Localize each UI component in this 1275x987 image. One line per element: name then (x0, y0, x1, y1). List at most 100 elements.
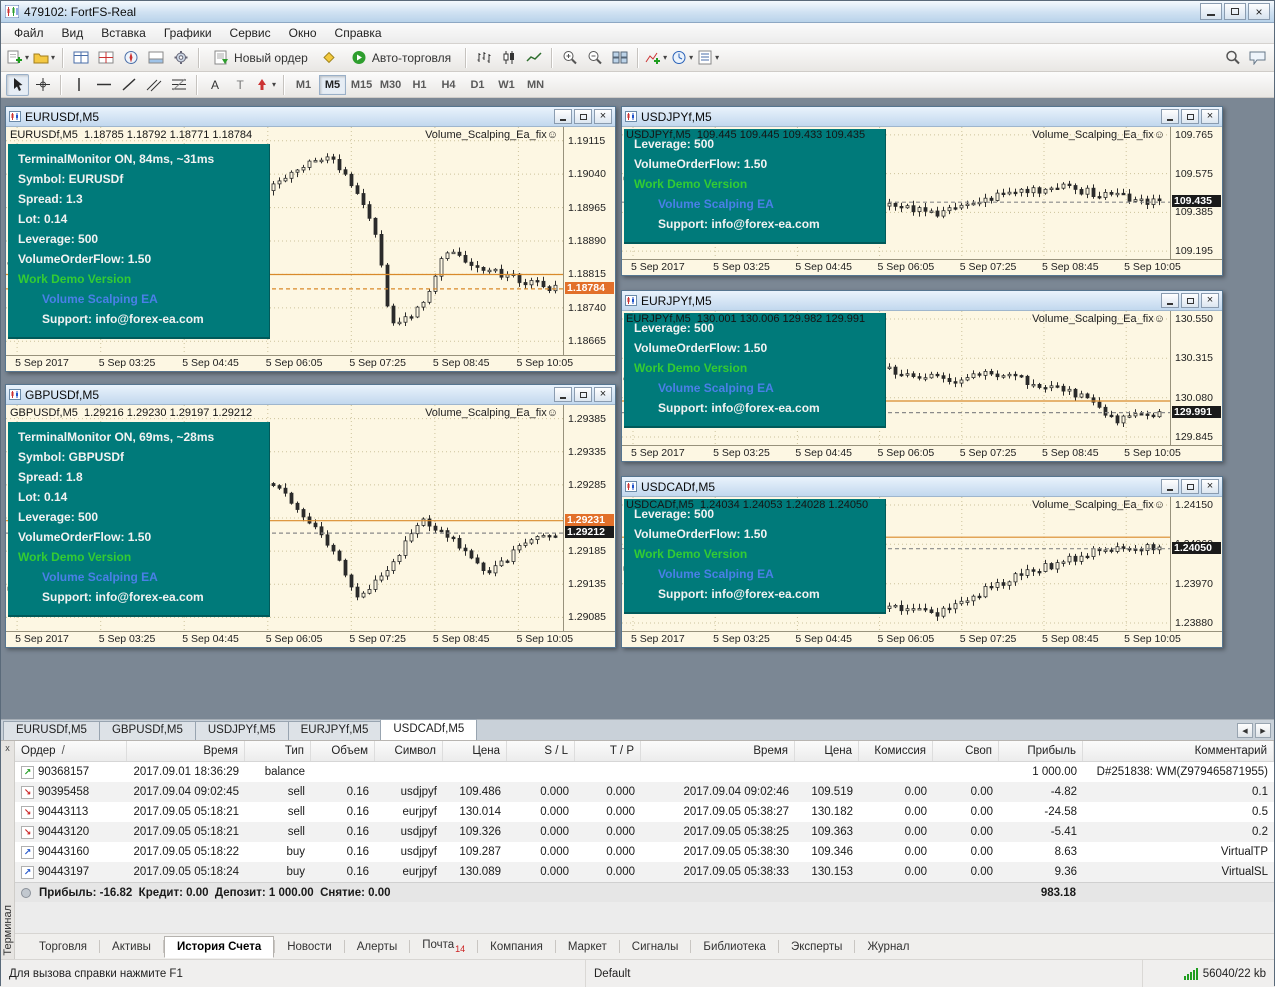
chart-restore-button[interactable] (1181, 293, 1199, 308)
label-tool-button[interactable]: T (228, 74, 251, 96)
timeframe-button-m30[interactable]: M30 (377, 75, 404, 95)
column-header-1[interactable]: Время (127, 741, 245, 761)
indicators-button[interactable]: ▾ (644, 47, 668, 69)
chart-close-button[interactable]: × (594, 387, 612, 402)
channel-tool-button[interactable] (142, 74, 165, 96)
timeframe-button-h1[interactable]: H1 (406, 75, 433, 95)
chart-restore-button[interactable] (1181, 109, 1199, 124)
terminal-tab-[interactable]: Эксперты (779, 937, 854, 957)
chart-restore-button[interactable] (1181, 479, 1199, 494)
navigator-button[interactable] (119, 47, 142, 69)
column-header-2[interactable]: Тип (245, 741, 311, 761)
price-scale[interactable]: 130.550 130.315 130.080 129.845 129.991 (1170, 311, 1222, 445)
chart-window-titlebar[interactable]: USDCADf,M5 × (622, 477, 1222, 497)
terminal-tab-[interactable]: Новости (275, 937, 344, 957)
column-header-3[interactable]: Объем (311, 741, 375, 761)
history-row-90368157[interactable]: ↗ 90368157 2017.09.01 18:36:29 balance 1 000… (15, 762, 1274, 782)
time-axis[interactable]: 5 Sep 2017 5 Sep 03:25 5 Sep 04:45 5 Sep 06… (6, 631, 615, 647)
terminal-tab-[interactable]: Сигналы (620, 937, 691, 957)
data-window-button[interactable] (94, 47, 117, 69)
autotrading-button[interactable]: Авто-торговля (343, 47, 459, 69)
menu-item-5[interactable]: Окно (280, 23, 326, 43)
crosshair-tool-button[interactable] (31, 74, 54, 96)
chart-tab-usdjpyf-m5[interactable]: USDJPYf,M5 (194, 721, 289, 740)
time-axis[interactable]: 5 Sep 2017 5 Sep 03:25 5 Sep 04:45 5 Sep 06… (622, 259, 1222, 275)
new-chart-button[interactable]: ▾ (6, 47, 30, 69)
menu-item-4[interactable]: Сервис (221, 23, 280, 43)
chart-plot[interactable]: USDCADf,M5 1.24034 1.24053 1.24028 1.240… (622, 497, 1170, 631)
column-header-12[interactable]: Прибыль (999, 741, 1083, 761)
terminal-tab-[interactable]: История Счета (163, 935, 275, 958)
chart-tab-eurusdf-m5[interactable]: EURUSDf,M5 (3, 721, 100, 740)
chart-close-button[interactable]: × (1201, 109, 1219, 124)
timeframe-button-m1[interactable]: M1 (290, 75, 317, 95)
market-watch-button[interactable] (69, 47, 92, 69)
terminal-tab-[interactable]: Библиотека (691, 937, 778, 957)
chart-window-titlebar[interactable]: GBPUSDf,M5 × (6, 385, 615, 405)
chart-restore-button[interactable] (574, 387, 592, 402)
tile-windows-button[interactable] (608, 47, 631, 69)
profiles-button[interactable]: ▾ (32, 47, 56, 69)
timeframe-button-h4[interactable]: H4 (435, 75, 462, 95)
column-header-6[interactable]: S / L (507, 741, 575, 761)
time-axis[interactable]: 5 Sep 2017 5 Sep 03:25 5 Sep 04:45 5 Sep 06… (6, 355, 615, 371)
close-button[interactable]: × (1248, 3, 1270, 20)
fibonacci-tool-button[interactable] (167, 74, 190, 96)
time-axis[interactable]: 5 Sep 2017 5 Sep 03:25 5 Sep 04:45 5 Sep 06… (622, 631, 1222, 647)
menu-item-3[interactable]: Графики (155, 23, 221, 43)
price-scale[interactable]: 1.293851.293351.292851.292351.291851.291… (563, 405, 615, 631)
terminal-tab-[interactable]: Журнал (855, 937, 921, 957)
terminal-close-button[interactable]: x (2, 743, 13, 754)
menu-item-0[interactable]: Файл (5, 23, 53, 43)
tab-scroll-right-button[interactable]: ▶ (1255, 723, 1271, 738)
column-header-0[interactable]: Ордер / (15, 741, 127, 761)
trendline-tool-button[interactable] (117, 74, 140, 96)
text-tool-button[interactable]: A (203, 74, 226, 96)
chart-plot[interactable]: USDJPYf,M5 109.445 109.445 109.433 109.4… (622, 127, 1170, 259)
chart-window-titlebar[interactable]: USDJPYf,M5 × (622, 107, 1222, 127)
line-chart-mode-button[interactable] (522, 47, 545, 69)
menu-item-1[interactable]: Вид (53, 23, 93, 43)
arrows-tool-button[interactable]: ▾ (253, 74, 277, 96)
menu-item-2[interactable]: Вставка (92, 23, 155, 43)
chart-restore-button[interactable] (574, 109, 592, 124)
price-scale[interactable]: 1.241501.240601.239701.238801.24050 (1170, 497, 1222, 631)
cursor-tool-button[interactable] (6, 73, 29, 96)
timeframe-button-m15[interactable]: M15 (348, 75, 375, 95)
menu-item-6[interactable]: Справка (326, 23, 391, 43)
chart-plot[interactable]: EURUSDf,M5 1.18785 1.18792 1.18771 1.187… (6, 127, 563, 355)
metaeditor-button[interactable] (318, 47, 341, 69)
price-scale[interactable]: 1.19115 1.19040 1.18965 1.18890 1.18815 1.187… (563, 127, 615, 355)
column-header-13[interactable]: Комментарий (1083, 741, 1274, 761)
timeframe-button-mn[interactable]: MN (522, 75, 549, 95)
bar-chart-mode-button[interactable] (472, 47, 495, 69)
zoom-in-button[interactable] (558, 47, 581, 69)
title-bar[interactable]: 479102: FortFS-Real × (1, 1, 1274, 23)
timeframe-button-m5[interactable]: M5 (319, 74, 347, 95)
column-header-4[interactable]: Символ (375, 741, 443, 761)
chart-plot[interactable]: GBPUSDf,M5 1.29216 1.29230 1.29197 1.292… (6, 405, 563, 631)
search-button[interactable] (1221, 47, 1244, 69)
history-row-90443120[interactable]: ↘ 90443120 2017.09.05 05:18:21 sell 0.16 usdj… (15, 822, 1274, 842)
chart-close-button[interactable]: × (594, 109, 612, 124)
periods-button[interactable]: ▾ (670, 47, 694, 69)
column-header-9[interactable]: Цена (795, 741, 859, 761)
chart-minimize-button[interactable] (554, 109, 572, 124)
chart-close-button[interactable]: × (1201, 293, 1219, 308)
chart-tab-eurjpyf-m5[interactable]: EURJPYf,M5 (287, 721, 382, 740)
chat-button[interactable] (1246, 47, 1269, 69)
history-row-90443160[interactable]: ↗ 90443160 2017.09.05 05:18:22 buy 0.16 usdjp… (15, 842, 1274, 862)
column-header-7[interactable]: T / P (575, 741, 641, 761)
chart-plot[interactable]: EURJPYf,M5 130.001 130.006 129.982 129.9… (622, 311, 1170, 445)
time-axis[interactable]: 5 Sep 2017 5 Sep 03:25 5 Sep 04:45 5 Sep 06… (622, 445, 1222, 461)
zoom-out-button[interactable] (583, 47, 606, 69)
templates-button[interactable]: ▾ (696, 47, 720, 69)
minimize-button[interactable] (1200, 3, 1222, 20)
history-row-90443113[interactable]: ↘ 90443113 2017.09.05 05:18:21 sell 0.16 eurj… (15, 802, 1274, 822)
terminal-panel-button[interactable] (144, 47, 167, 69)
chart-tab-usdcadf-m5[interactable]: USDCADf,M5 (380, 719, 478, 740)
chart-minimize-button[interactable] (1161, 293, 1179, 308)
column-header-10[interactable]: Комиссия (859, 741, 933, 761)
terminal-tab-[interactable]: Маркет (556, 937, 619, 957)
terminal-tab-[interactable]: Компания (478, 937, 555, 957)
